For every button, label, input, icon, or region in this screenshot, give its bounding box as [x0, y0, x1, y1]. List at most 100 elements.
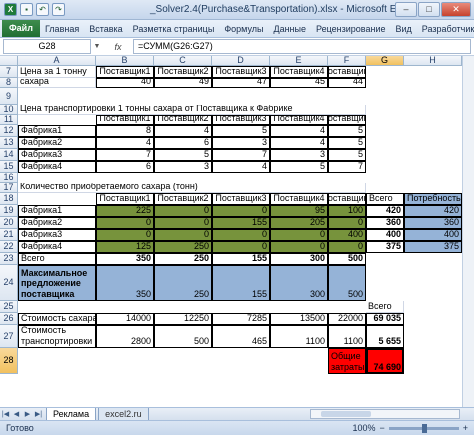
need-cell[interactable]: 375: [404, 241, 462, 253]
factory-label[interactable]: Фабрика4: [18, 241, 96, 253]
transport-cost-cell[interactable]: 465: [212, 325, 270, 348]
quantity-cell[interactable]: 400: [328, 229, 366, 241]
zoom-knob[interactable]: [421, 423, 427, 433]
factory-label[interactable]: Фабрика2: [18, 217, 96, 229]
quantity-cell[interactable]: 155: [212, 217, 270, 229]
quantity-total-cell[interactable]: 360: [366, 217, 404, 229]
row-header-27[interactable]: 27: [0, 325, 18, 348]
quantity-cell[interactable]: 205: [270, 217, 328, 229]
save-icon[interactable]: ▪: [20, 3, 33, 16]
transport-cell[interactable]: 7: [212, 149, 270, 161]
supplier-total-cell[interactable]: 350: [96, 253, 154, 265]
header-supplier[interactable]: Поставщик3: [212, 193, 270, 205]
transport-cell[interactable]: 4: [212, 161, 270, 173]
transport-cost-cell[interactable]: 2800: [96, 325, 154, 348]
row-header-18[interactable]: 18: [0, 193, 18, 205]
quantity-total-cell[interactable]: 420: [366, 205, 404, 217]
header-supplier[interactable]: Поставщик5: [328, 193, 366, 205]
cell-a8[interactable]: сахара: [18, 78, 96, 88]
cell-f28[interactable]: Общие затраты: [328, 348, 366, 374]
tab-developer[interactable]: Разработчик: [417, 24, 474, 34]
need-cell[interactable]: 420: [404, 205, 462, 217]
header-supplier[interactable]: Поставщик4: [270, 115, 328, 125]
quantity-cell[interactable]: 100: [328, 205, 366, 217]
header-supplier[interactable]: Поставщик1: [96, 66, 154, 78]
factory-label[interactable]: Фабрика1: [18, 205, 96, 217]
cell-a23[interactable]: Всего: [18, 253, 96, 265]
price-cell[interactable]: 45: [270, 78, 328, 88]
row-header-19[interactable]: 19: [0, 205, 18, 217]
cell-g28[interactable]: 74 690: [366, 348, 404, 374]
transport-cell[interactable]: 5: [154, 149, 212, 161]
supplier-total-cell[interactable]: 155: [212, 253, 270, 265]
transport-cell[interactable]: 6: [154, 137, 212, 149]
column-header-d[interactable]: D: [212, 56, 270, 66]
prev-sheet-icon[interactable]: ◀: [11, 410, 22, 418]
transport-cell[interactable]: 5: [212, 125, 270, 137]
next-sheet-icon[interactable]: ▶: [22, 410, 33, 418]
row-header-24[interactable]: 24: [0, 265, 18, 301]
transport-cell[interactable]: 5: [328, 149, 366, 161]
cell-g18[interactable]: Всего: [366, 193, 404, 205]
price-cell[interactable]: 44: [328, 78, 366, 88]
cell-a10[interactable]: Цена транспортировки 1 тонны сахара от П…: [18, 105, 366, 115]
cell-g27[interactable]: 5 655: [366, 325, 404, 348]
row-header-15[interactable]: 15: [0, 161, 18, 173]
header-supplier[interactable]: Поставщик3: [212, 66, 270, 78]
column-header-f[interactable]: F: [328, 56, 366, 66]
minimize-button[interactable]: –: [395, 2, 417, 17]
transport-cost-cell[interactable]: 500: [154, 325, 212, 348]
header-supplier[interactable]: Поставщик2: [154, 66, 212, 78]
cell-a17[interactable]: Количество приобретаемого сахара (тонн): [18, 183, 366, 193]
column-header-b[interactable]: B: [96, 56, 154, 66]
transport-cell[interactable]: 7: [328, 161, 366, 173]
row-header-25[interactable]: 25: [0, 301, 18, 313]
transport-cell[interactable]: 4: [154, 125, 212, 137]
cell-h18[interactable]: Потребность: [404, 193, 462, 205]
row-header-23[interactable]: 23: [0, 253, 18, 265]
excel-logo-icon[interactable]: X: [4, 3, 17, 16]
quantity-cell[interactable]: 0: [328, 241, 366, 253]
cell-a24[interactable]: Максимальное предложение поставщика: [18, 265, 96, 301]
max-supply-cell[interactable]: 250: [154, 265, 212, 301]
row-header-8[interactable]: 8: [0, 78, 18, 88]
factory-label[interactable]: Фабрика3: [18, 149, 96, 161]
price-cell[interactable]: 47: [212, 78, 270, 88]
supplier-total-cell[interactable]: 300: [270, 253, 328, 265]
transport-cost-cell[interactable]: 1100: [328, 325, 366, 348]
transport-cell[interactable]: 3: [154, 161, 212, 173]
redo-icon[interactable]: ↷: [52, 3, 65, 16]
transport-cell[interactable]: 8: [96, 125, 154, 137]
quantity-cell[interactable]: 0: [212, 229, 270, 241]
quantity-cell[interactable]: 225: [96, 205, 154, 217]
quantity-cell[interactable]: 0: [212, 205, 270, 217]
need-cell[interactable]: 360: [404, 217, 462, 229]
cell-g26[interactable]: 69 035: [366, 313, 404, 325]
close-button[interactable]: ✕: [441, 2, 471, 17]
price-cell[interactable]: 40: [96, 78, 154, 88]
header-supplier[interactable]: Поставщик3: [212, 115, 270, 125]
sugar-cost-cell[interactable]: 22000: [328, 313, 366, 325]
quantity-cell[interactable]: 125: [96, 241, 154, 253]
row-header-14[interactable]: 14: [0, 149, 18, 161]
sugar-cost-cell[interactable]: 13500: [270, 313, 328, 325]
scroll-thumb[interactable]: [321, 411, 371, 417]
factory-label[interactable]: Фабрика2: [18, 137, 96, 149]
header-supplier[interactable]: Поставщик2: [154, 193, 212, 205]
quantity-total-cell[interactable]: 400: [366, 229, 404, 241]
tab-home[interactable]: Главная: [40, 24, 84, 34]
quantity-total-cell[interactable]: 375: [366, 241, 404, 253]
transport-cell[interactable]: 4: [270, 125, 328, 137]
quantity-cell[interactable]: 250: [154, 241, 212, 253]
transport-cell[interactable]: 7: [96, 149, 154, 161]
quantity-cell[interactable]: 0: [154, 205, 212, 217]
row-header-12[interactable]: 12: [0, 125, 18, 137]
sheet-tab-excel2[interactable]: excel2.ru: [98, 407, 149, 421]
transport-cost-cell[interactable]: 1100: [270, 325, 328, 348]
max-supply-cell[interactable]: 500: [328, 265, 366, 301]
quantity-cell[interactable]: 0: [154, 229, 212, 241]
column-header-g[interactable]: G: [366, 56, 404, 66]
price-cell[interactable]: 49: [154, 78, 212, 88]
cell-g25[interactable]: Всего: [366, 301, 404, 313]
horizontal-scrollbar[interactable]: [310, 409, 460, 419]
